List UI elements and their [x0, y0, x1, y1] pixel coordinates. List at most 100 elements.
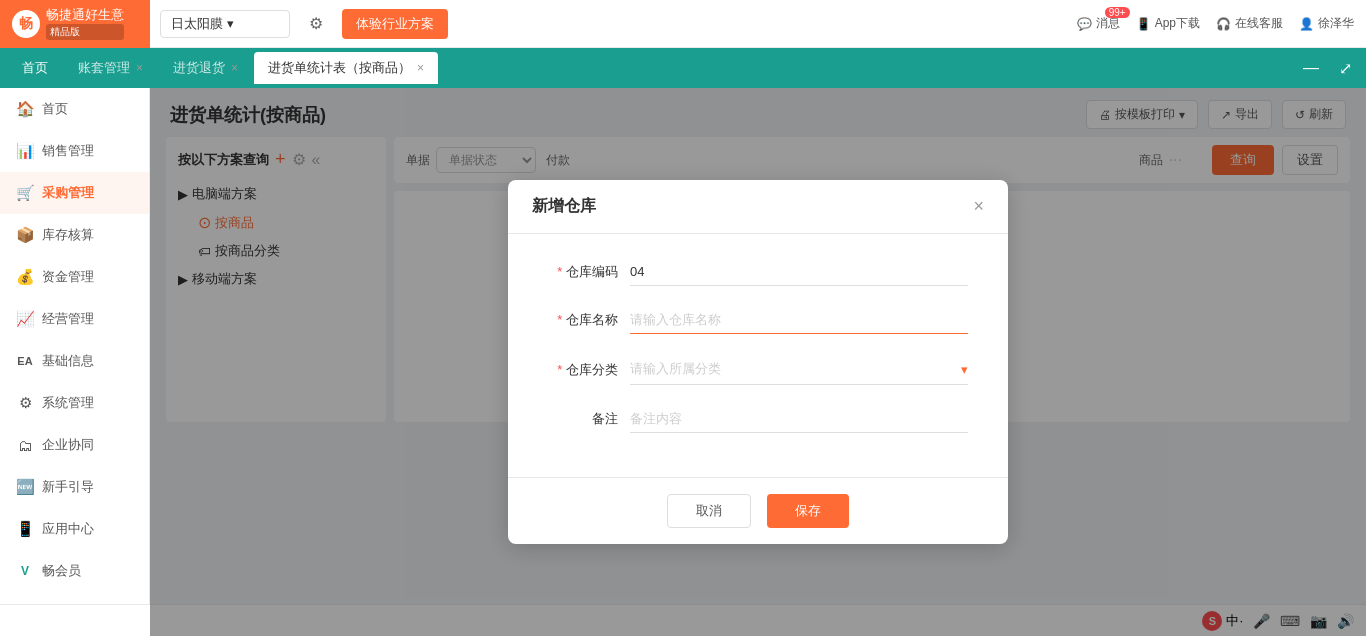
- apps-icon: 📱: [16, 520, 34, 538]
- form-row-code: 仓库编码: [548, 258, 968, 286]
- content-area: 进货单统计(按商品) 🖨 按模板打印 ▾ ↗ 导出 ↺ 刷新: [150, 88, 1366, 636]
- settings-icon-btn[interactable]: ⚙: [300, 8, 332, 40]
- sidebar-item-basic-info[interactable]: EA 基础信息: [0, 340, 149, 382]
- code-input[interactable]: [630, 258, 968, 286]
- main-layout: 🏠 首页 📊 销售管理 🛒 采购管理 📦 库存核算 💰 资金管理 📈 经营管理 …: [0, 88, 1366, 636]
- category-select[interactable]: 请输入所属分类 ▾: [630, 354, 968, 385]
- note-label: 备注: [548, 410, 618, 428]
- sidebar-label-purchase: 采购管理: [42, 184, 94, 202]
- sidebar-label-member: 畅会员: [42, 562, 81, 580]
- avatar-icon: 👤: [1299, 17, 1314, 31]
- try-industry-button[interactable]: 体验行业方案: [342, 9, 448, 39]
- phone-icon: 📱: [1136, 17, 1151, 31]
- purchase-return-tab-label: 进货退货: [173, 59, 225, 77]
- sidebar-item-finance[interactable]: 💰 资金管理: [0, 256, 149, 298]
- modal-footer: 取消 保存: [508, 477, 1008, 544]
- form-row-name: 仓库名称: [548, 306, 968, 334]
- sidebar-item-operations[interactable]: 📈 经营管理: [0, 298, 149, 340]
- sidebar-item-system[interactable]: ⚙ 系统管理: [0, 382, 149, 424]
- modal-title: 新增仓库: [532, 196, 596, 217]
- top-right-actions: 💬 消息 99+ 📱 App下载 🎧 在线客服 👤 徐泽华: [1077, 15, 1354, 32]
- form-row-note: 备注: [548, 405, 968, 433]
- tab-account[interactable]: 账套管理 ×: [64, 52, 157, 84]
- top-bar: 畅 畅捷通好生意 精品版 日太阳膜 ▾ ⚙ 体验行业方案 💬 消息 99+ 📱 …: [0, 0, 1366, 48]
- sidebar-item-home[interactable]: 🏠 首页: [0, 88, 149, 130]
- app-download-label: App下载: [1155, 15, 1200, 32]
- sidebar-item-sales[interactable]: 📊 销售管理: [0, 130, 149, 172]
- logo-badge: 精品版: [46, 24, 124, 40]
- sidebar-item-apps[interactable]: 📱 应用中心: [0, 508, 149, 550]
- modal-body: 仓库编码 仓库名称 仓库分类 请输入所属分类 ▾: [508, 234, 1008, 477]
- notification-item[interactable]: 💬 消息 99+: [1077, 15, 1120, 32]
- headset-icon: 🎧: [1216, 17, 1231, 31]
- store-selector[interactable]: 日太阳膜 ▾: [160, 10, 290, 38]
- sidebar-label-inventory: 库存核算: [42, 226, 94, 244]
- sidebar-label-system: 系统管理: [42, 394, 94, 412]
- sidebar-label-home: 首页: [42, 100, 68, 118]
- new-warehouse-modal: 新增仓库 × 仓库编码 仓库名称 仓库: [508, 180, 1008, 544]
- name-input[interactable]: [630, 306, 968, 334]
- purchase-icon: 🛒: [16, 184, 34, 202]
- account-tab-label: 账套管理: [78, 59, 130, 77]
- tab-purchase-return[interactable]: 进货退货 ×: [159, 52, 252, 84]
- user-item[interactable]: 👤 徐泽华: [1299, 15, 1354, 32]
- enterprise-icon: 🗂: [16, 436, 34, 454]
- sidebar-label-enterprise: 企业协同: [42, 436, 94, 454]
- basic-info-icon: EA: [16, 352, 34, 370]
- save-button[interactable]: 保存: [767, 494, 849, 528]
- inventory-icon: 📦: [16, 226, 34, 244]
- modal-overlay: 新增仓库 × 仓库编码 仓库名称 仓库: [150, 88, 1366, 636]
- system-icon: ⚙: [16, 394, 34, 412]
- user-name: 徐泽华: [1318, 15, 1354, 32]
- tab-expand-btn[interactable]: ⤢: [1333, 57, 1358, 80]
- sidebar-item-purchase[interactable]: 🛒 采购管理: [0, 172, 149, 214]
- tab-close-purchase-stats[interactable]: ×: [417, 61, 424, 75]
- sidebar-label-operations: 经营管理: [42, 310, 94, 328]
- logo-text: 畅捷通好生意: [46, 7, 124, 24]
- home-icon: 🏠: [16, 100, 34, 118]
- operations-icon: 📈: [16, 310, 34, 328]
- sidebar-label-apps: 应用中心: [42, 520, 94, 538]
- guide-icon: 🆕: [16, 478, 34, 496]
- logo-icon: 畅: [12, 10, 40, 38]
- sidebar-label-basic-info: 基础信息: [42, 352, 94, 370]
- nav-tab-controls: — ⤢: [1297, 57, 1358, 80]
- online-service-label: 在线客服: [1235, 15, 1283, 32]
- logo-area: 畅 畅捷通好生意 精品版: [0, 0, 150, 48]
- note-input[interactable]: [630, 405, 968, 433]
- sidebar-item-inventory[interactable]: 📦 库存核算: [0, 214, 149, 256]
- member-icon: V: [16, 562, 34, 580]
- sidebar-label-finance: 资金管理: [42, 268, 94, 286]
- sidebar-label-sales: 销售管理: [42, 142, 94, 160]
- online-service-item[interactable]: 🎧 在线客服: [1216, 15, 1283, 32]
- finance-icon: 💰: [16, 268, 34, 286]
- tab-close-purchase-return[interactable]: ×: [231, 61, 238, 75]
- code-label: 仓库编码: [548, 263, 618, 281]
- store-name: 日太阳膜: [171, 15, 223, 33]
- nav-tabs: 首页 账套管理 × 进货退货 × 进货单统计表（按商品） × — ⤢: [0, 48, 1366, 88]
- category-placeholder: 请输入所属分类: [630, 360, 721, 378]
- modal-header: 新增仓库 ×: [508, 180, 1008, 234]
- sales-icon: 📊: [16, 142, 34, 160]
- tab-close-account[interactable]: ×: [136, 61, 143, 75]
- home-tab-label: 首页: [22, 59, 48, 77]
- sidebar-item-guide[interactable]: 🆕 新手引导: [0, 466, 149, 508]
- tab-minimize-btn[interactable]: —: [1297, 57, 1325, 80]
- tab-purchase-stats[interactable]: 进货单统计表（按商品） ×: [254, 52, 438, 84]
- name-label: 仓库名称: [548, 311, 618, 329]
- app-download-item[interactable]: 📱 App下载: [1136, 15, 1200, 32]
- modal-close-button[interactable]: ×: [973, 196, 984, 217]
- dropdown-arrow-icon: ▾: [227, 16, 279, 31]
- form-row-category: 仓库分类 请输入所属分类 ▾: [548, 354, 968, 385]
- cancel-button[interactable]: 取消: [667, 494, 751, 528]
- sidebar-label-guide: 新手引导: [42, 478, 94, 496]
- sidebar-item-enterprise[interactable]: 🗂 企业协同: [0, 424, 149, 466]
- notification-badge: 99+: [1105, 7, 1130, 18]
- category-label: 仓库分类: [548, 361, 618, 379]
- sidebar: 🏠 首页 📊 销售管理 🛒 采购管理 📦 库存核算 💰 资金管理 📈 经营管理 …: [0, 88, 150, 636]
- sidebar-item-member[interactable]: V 畅会员: [0, 550, 149, 592]
- message-icon: 💬: [1077, 17, 1092, 31]
- tab-home[interactable]: 首页: [8, 52, 62, 84]
- purchase-stats-tab-label: 进货单统计表（按商品）: [268, 59, 411, 77]
- category-arrow-icon: ▾: [961, 362, 968, 377]
